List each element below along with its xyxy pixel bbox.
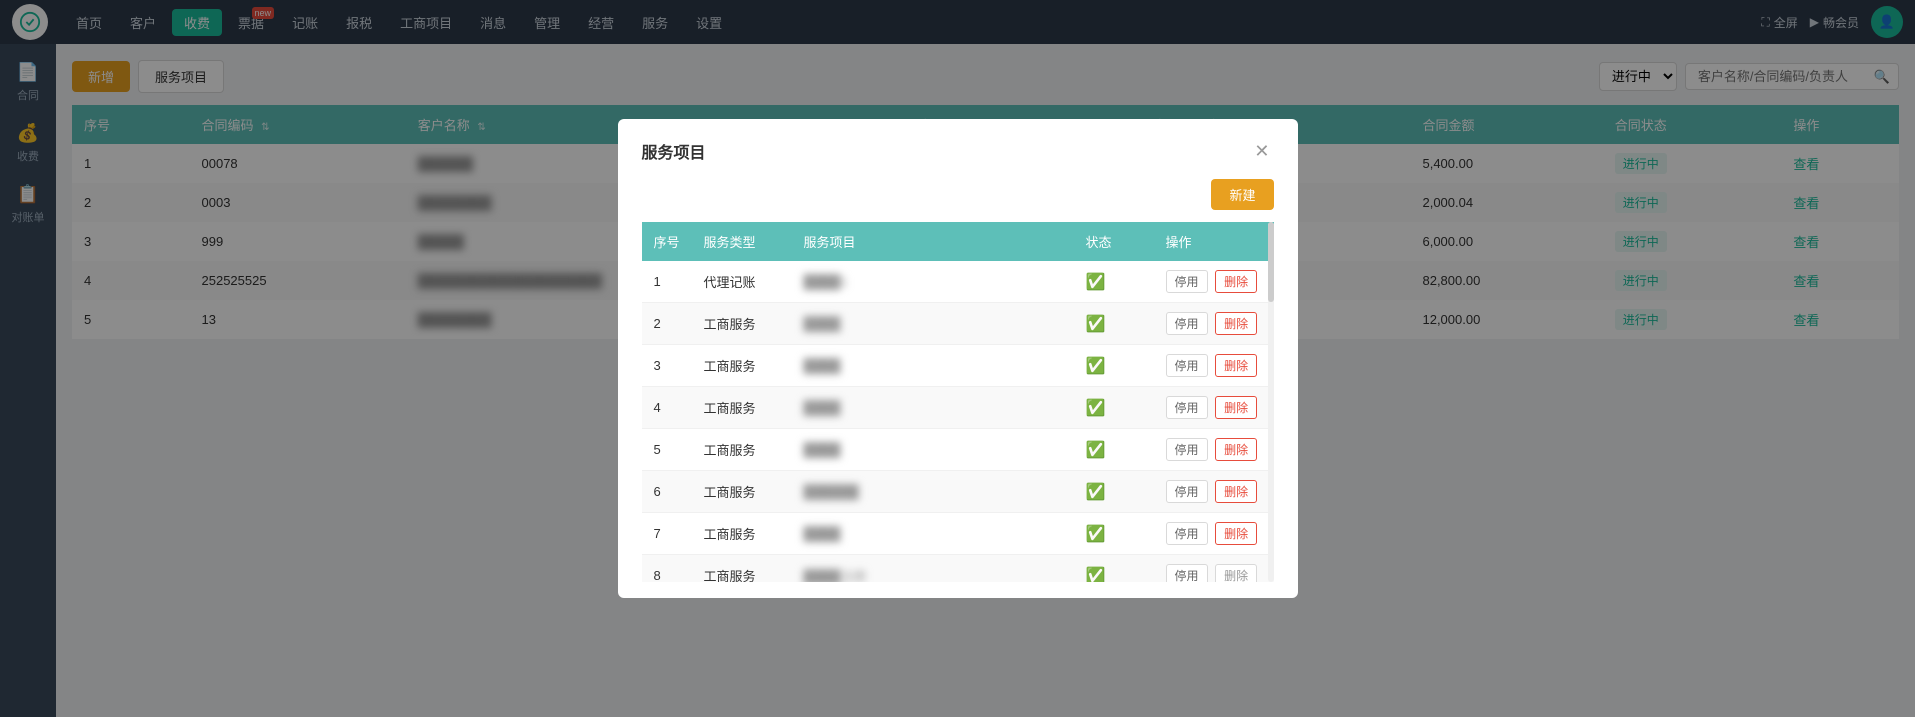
modal-cell-item: ████ [792,513,1074,555]
delete-button[interactable]: 删除 [1215,522,1257,545]
scrollbar-track [1268,222,1274,582]
modal-header: 服务项目 ✕ [618,119,1298,175]
modal-cell-type: 工商服务 [692,429,792,471]
stop-button[interactable]: 停用 [1166,312,1208,335]
modal-cell-seq: 7 [642,513,692,555]
modal-header-row: 序号 服务类型 服务项目 状态 操作 [642,222,1274,261]
stop-button[interactable]: 停用 [1166,354,1208,377]
modal-cell-item: ████ [792,345,1074,387]
modal-cell-item: ████1 [792,261,1074,303]
modal-cell-status: ✅ [1074,471,1154,513]
modal-cell-type: 工商服务 [692,345,792,387]
modal-cell-action: 停用 删除 [1154,555,1274,583]
modal-table-row: 1 代理记账 ████1 ✅ 停用 删除 [642,261,1274,303]
modal-toolbar: 新建 [618,175,1298,222]
modal-cell-action: 停用 删除 [1154,303,1274,345]
modal-cell-seq: 8 [642,555,692,583]
modal-cell-type: 工商服务 [692,471,792,513]
modal-col-item: 服务项目 [792,222,1074,261]
modal-cell-status: ✅ [1074,555,1154,583]
modal-cell-action: 停用 删除 [1154,513,1274,555]
stop-button[interactable]: 停用 [1166,438,1208,461]
modal-cell-item: ████ [792,303,1074,345]
modal-cell-seq: 6 [642,471,692,513]
modal-cell-seq: 4 [642,387,692,429]
delete-button[interactable]: 删除 [1215,270,1257,293]
status-check-icon: ✅ [1086,442,1106,459]
modal-cell-type: 工商服务 [692,387,792,429]
modal-service-table: 序号 服务类型 服务项目 状态 操作 1 代理记账 ████1 ✅ 停用 删除 … [642,222,1274,582]
modal-col-seq: 序号 [642,222,692,261]
modal-table-row: 5 工商服务 ████ ✅ 停用 删除 [642,429,1274,471]
modal-cell-type: 代理记账 [692,261,792,303]
modal-table-row: 2 工商服务 ████ ✅ 停用 删除 [642,303,1274,345]
modal-cell-item: ████ [792,387,1074,429]
modal-cell-action: 停用 删除 [1154,471,1274,513]
stop-button[interactable]: 停用 [1166,396,1208,419]
status-check-icon: ✅ [1086,568,1106,583]
delete-button[interactable]: 删除 [1215,396,1257,419]
modal-title: 服务项目 [642,139,706,163]
status-check-icon: ✅ [1086,484,1106,501]
modal-close-button[interactable]: ✕ [1250,142,1273,160]
modal-col-type: 服务类型 [692,222,792,261]
stop-button[interactable]: 停用 [1166,522,1208,545]
modal-cell-type: 工商服务 [692,513,792,555]
modal-cell-status: ✅ [1074,261,1154,303]
modal-table-row: 3 工商服务 ████ ✅ 停用 删除 [642,345,1274,387]
modal-cell-item: ██████ [792,471,1074,513]
delete-button[interactable]: 删除 [1215,438,1257,461]
modal-cell-type: 工商服务 [692,303,792,345]
status-check-icon: ✅ [1086,316,1106,333]
modal-table-row: 4 工商服务 ████ ✅ 停用 删除 [642,387,1274,429]
modal-cell-status: ✅ [1074,387,1154,429]
modal-table-row: 6 工商服务 ██████ ✅ 停用 删除 [642,471,1274,513]
stop-button[interactable]: 停用 [1166,270,1208,293]
stop-button[interactable]: 停用 [1166,564,1208,582]
modal-cell-status: ✅ [1074,303,1154,345]
modal-overlay: 服务项目 ✕ 新建 序号 服务类型 服务项目 状态 操作 [0,0,1915,717]
modal-new-button[interactable]: 新建 [1211,179,1273,210]
status-check-icon: ✅ [1086,274,1106,291]
modal-table-row: 8 工商服务 ████注册 ✅ 停用 删除 [642,555,1274,583]
modal-cell-seq: 2 [642,303,692,345]
modal-cell-action: 停用 删除 [1154,261,1274,303]
modal-table-row: 7 工商服务 ████ ✅ 停用 删除 [642,513,1274,555]
status-check-icon: ✅ [1086,526,1106,543]
delete-button[interactable]: 删除 [1215,354,1257,377]
modal-cell-status: ✅ [1074,429,1154,471]
modal-cell-status: ✅ [1074,345,1154,387]
modal-cell-action: 停用 删除 [1154,387,1274,429]
service-item-modal: 服务项目 ✕ 新建 序号 服务类型 服务项目 状态 操作 [618,119,1298,598]
modal-cell-action: 停用 删除 [1154,345,1274,387]
delete-button[interactable]: 删除 [1215,480,1257,503]
delete-button-disabled[interactable]: 删除 [1215,564,1257,582]
modal-col-status: 状态 [1074,222,1154,261]
status-check-icon: ✅ [1086,400,1106,417]
modal-cell-action: 停用 删除 [1154,429,1274,471]
modal-cell-seq: 5 [642,429,692,471]
modal-cell-item: ████注册 [792,555,1074,583]
modal-cell-seq: 3 [642,345,692,387]
scrollbar-thumb[interactable] [1268,222,1274,302]
modal-cell-seq: 1 [642,261,692,303]
modal-cell-status: ✅ [1074,513,1154,555]
modal-col-action: 操作 [1154,222,1274,261]
modal-cell-item: ████ [792,429,1074,471]
status-check-icon: ✅ [1086,358,1106,375]
modal-cell-type: 工商服务 [692,555,792,583]
stop-button[interactable]: 停用 [1166,480,1208,503]
modal-body: 序号 服务类型 服务项目 状态 操作 1 代理记账 ████1 ✅ 停用 删除 … [618,222,1298,598]
delete-button[interactable]: 删除 [1215,312,1257,335]
modal-table-scroll[interactable]: 序号 服务类型 服务项目 状态 操作 1 代理记账 ████1 ✅ 停用 删除 … [642,222,1274,582]
